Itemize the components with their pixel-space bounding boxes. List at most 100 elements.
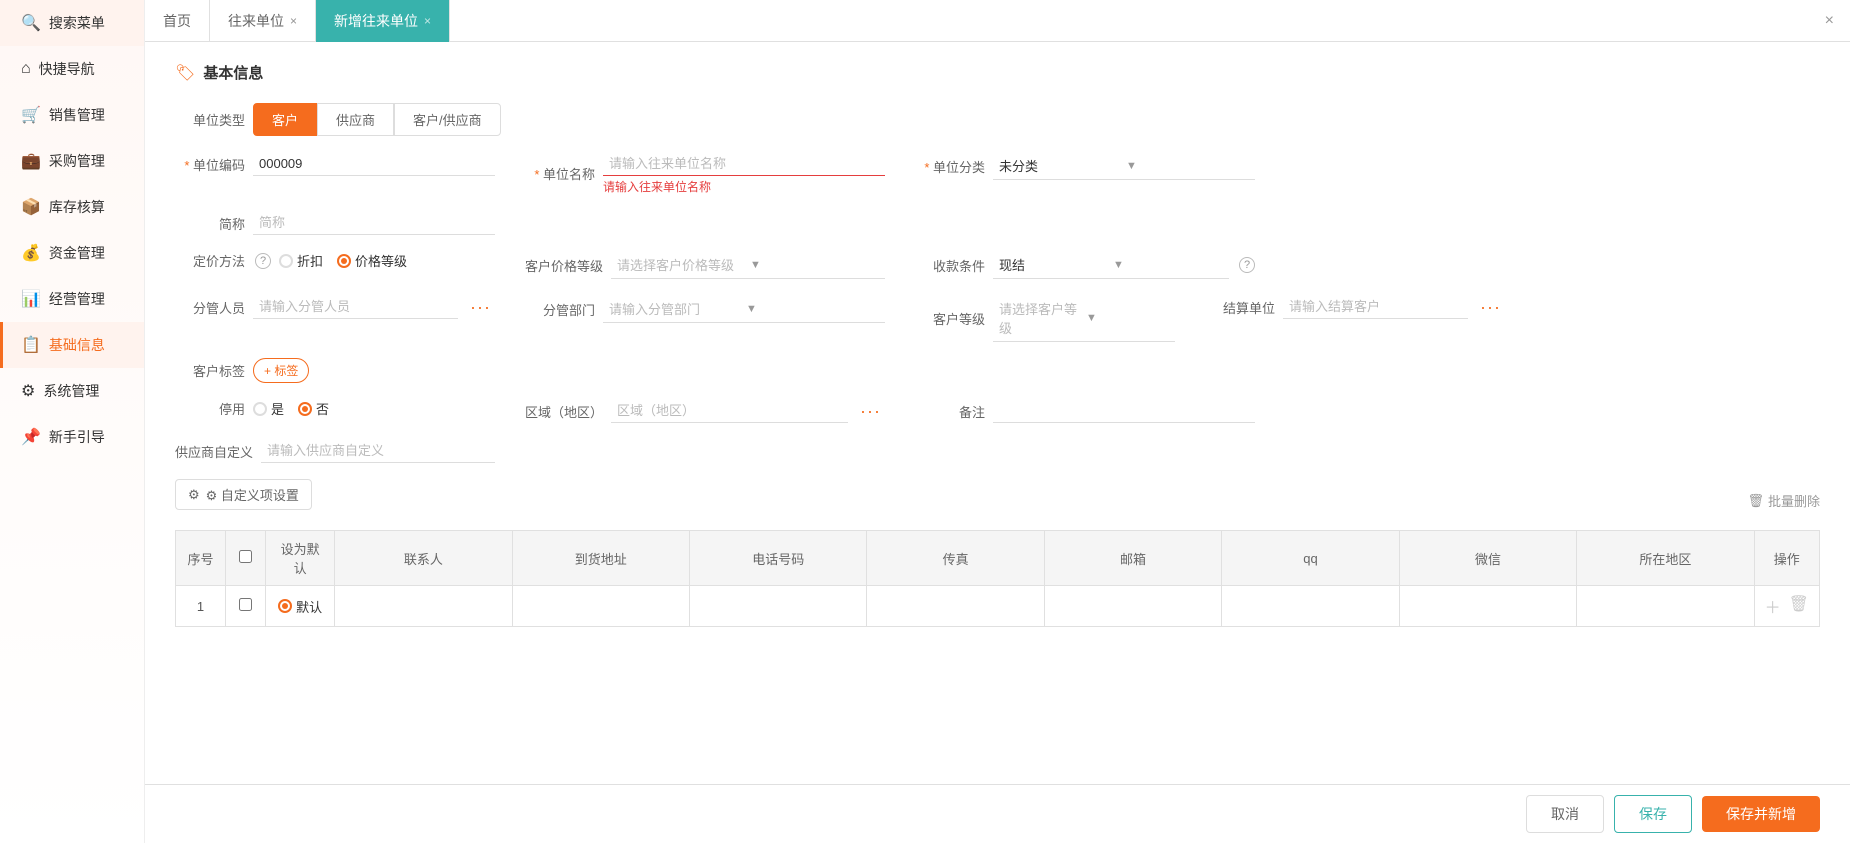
department-select[interactable]: 请输入分管部门 ▼ [603,295,885,323]
email-input[interactable] [1055,595,1211,618]
notes-field: 备注 [915,399,1255,423]
payment-terms-select[interactable]: 现结 ▼ [993,251,1229,279]
btn-supplier[interactable]: 供应商 [317,103,394,136]
customer-price-field: 客户价格等级 请选择客户价格等级 ▼ [525,251,885,279]
batch-delete-btn[interactable]: 🗑 批量删除 [1747,491,1820,510]
unit-category-select[interactable]: 未分类 ▼ [993,152,1255,180]
sidebar-item-system[interactable]: ⚙ 系统管理 [0,368,144,414]
unit-name-input[interactable] [603,152,885,176]
cancel-button[interactable]: 取消 [1526,795,1604,833]
manager-more-btn[interactable]: ··· [466,297,495,318]
supplier-custom-row: 供应商自定义 [175,439,1820,463]
row-default: 默认 [266,586,335,627]
row-checkbox[interactable] [239,598,252,611]
sidebar-item-operations[interactable]: 📊 经营管理 [0,276,144,322]
notes-input[interactable] [993,399,1255,423]
tab-new-partner[interactable]: 新增往来单位 × [316,0,450,42]
sidebar-item-finance[interactable]: 💰 资金管理 [0,230,144,276]
settlement-more-btn[interactable]: ··· [1476,297,1505,318]
unit-type-row: 单位类型 客户 供应商 客户/供应商 [175,103,1820,136]
row-qq [1222,586,1400,627]
abbr-input[interactable] [253,211,495,235]
add-row-icon[interactable]: ＋ [1765,594,1781,618]
fax-input[interactable] [877,595,1033,618]
no-radio-dot [298,402,312,416]
default-radio[interactable]: 默认 [276,597,324,616]
customer-price-label: 客户价格等级 [525,256,603,275]
sidebar-item-guide[interactable]: 📌 新手引导 [0,414,144,460]
sidebar-item-inventory[interactable]: 📦 库存核算 [0,184,144,230]
disabled-field: 停用 是 否 [175,399,495,418]
settlement-unit-field: 结算单位 ··· [1205,295,1505,319]
manager-label: 分管人员 [175,298,245,317]
settlement-input[interactable] [1283,295,1468,319]
row-fax [867,586,1044,627]
customize-label: ⚙ 自定义项设置 [206,485,299,504]
pricing-row: 定价方法 ? 折扣 价格等级 客户价格等级 请选择客户价格等级 [175,251,1820,279]
qq-input[interactable] [1232,595,1389,618]
supplier-custom-input[interactable] [261,439,495,463]
pricing-help-icon[interactable]: ? [255,253,271,269]
unit-name-error: 请输入往来单位名称 [603,178,885,195]
disabled-label: 停用 [175,399,245,418]
unit-code-field: 单位编码 [175,152,495,176]
save-button[interactable]: 保存 [1614,795,1692,833]
customize-settings-button[interactable]: ⚙ ⚙ 自定义项设置 [175,479,312,510]
pricing-label: 定价方法 [175,251,245,270]
unit-code-input[interactable] [253,152,495,176]
disabled-radio-group: 是 否 [253,399,329,418]
department-field: 分管部门 请输入分管部门 ▼ [525,295,885,323]
payment-terms-value: 现结 [999,255,1109,274]
default-dot [278,599,292,613]
tab-bar: 首页 往来单位 × 新增往来单位 × × [145,0,1850,42]
contact-input[interactable] [345,595,501,618]
footer: 取消 保存 保存并新增 [145,784,1850,843]
customer-level-select[interactable]: 请选择客户等级 ▼ [993,295,1175,342]
region-more-btn[interactable]: ··· [856,401,885,422]
close-new-partner-tab[interactable]: × [424,14,431,28]
delete-row-icon[interactable]: 🗑 [1789,594,1809,618]
yes-label: 是 [271,399,284,418]
col-phone: 电话号码 [690,531,867,586]
row-region-input[interactable] [1587,595,1743,618]
basicinfo-icon: 📋 [21,335,41,355]
batch-del-label: 批量删除 [1768,491,1820,510]
sidebar-item-label: 基础信息 [49,335,105,355]
row-address [512,586,689,627]
sidebar-item-purchase[interactable]: 💼 采购管理 [0,138,144,184]
sidebar-item-sales[interactable]: 🛒 销售管理 [0,92,144,138]
customer-level-label: 客户等级 [915,309,985,328]
tab-home[interactable]: 首页 [145,0,210,42]
select-all-checkbox[interactable] [239,550,252,563]
add-tag-button[interactable]: + 标签 [253,358,309,383]
col-default: 设为默认 [266,531,335,586]
customer-price-select[interactable]: 请选择客户价格等级 ▼ [611,251,885,279]
btn-customer[interactable]: 客户 [253,103,317,136]
region-input[interactable] [611,399,848,423]
pricing-radio-group: 折扣 价格等级 [279,251,407,270]
gear-icon: ⚙ [188,487,200,503]
address-input[interactable] [523,595,679,618]
close-all-tabs[interactable]: × [1809,12,1850,30]
save-and-new-button[interactable]: 保存并新增 [1702,796,1820,832]
payment-help-icon[interactable]: ? [1239,257,1255,273]
wechat-input[interactable] [1410,595,1566,618]
sidebar-item-search[interactable]: 🔍 搜索菜单 [0,0,144,46]
disabled-no-option[interactable]: 否 [298,399,329,418]
search-icon: 🔍 [21,13,41,33]
pricing-level-option[interactable]: 价格等级 [337,251,407,270]
payment-terms-label: 收款条件 [915,256,985,275]
pricing-discount-option[interactable]: 折扣 [279,251,323,270]
tab-partners[interactable]: 往来单位 × [210,0,316,42]
sidebar-item-quicknav[interactable]: ⌂ 快捷导航 [0,46,144,92]
sidebar-item-basicinfo[interactable]: 📋 基础信息 [0,322,144,368]
tab-home-label: 首页 [163,11,191,31]
phone-input[interactable] [700,595,856,618]
unit-category-value: 未分类 [999,156,1122,175]
btn-both[interactable]: 客户/供应商 [394,103,501,136]
close-partners-tab[interactable]: × [290,14,297,28]
discount-label: 折扣 [297,251,323,270]
disabled-yes-option[interactable]: 是 [253,399,284,418]
sidebar-item-label: 资金管理 [49,243,105,263]
manager-input[interactable] [253,295,458,319]
